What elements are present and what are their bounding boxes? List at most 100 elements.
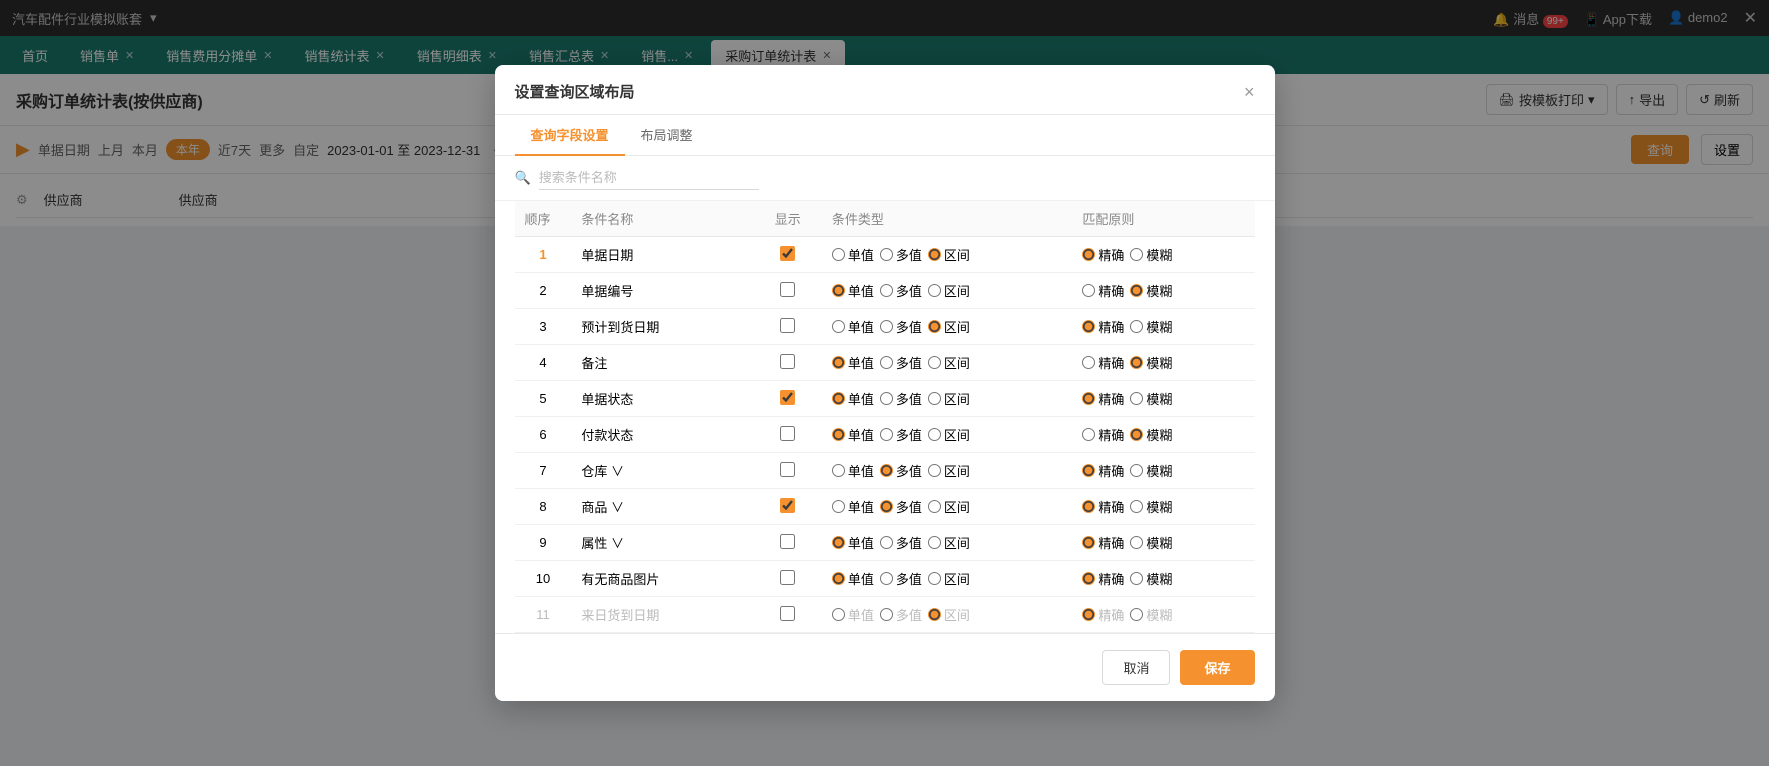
table-row: 8商品 ∨单值多值区间精确模糊 (515, 489, 1255, 525)
type-option-单值[interactable]: 单值 (832, 281, 874, 300)
type-option-区间[interactable]: 区间 (928, 245, 970, 264)
display-checkbox[interactable] (780, 246, 795, 261)
type-option-区间[interactable]: 区间 (928, 425, 970, 444)
match-option-精确[interactable]: 精确 (1082, 389, 1124, 408)
row-match-cell: 精确模糊 (1072, 489, 1254, 525)
display-checkbox[interactable] (780, 318, 795, 333)
type-option-多值[interactable]: 多值 (880, 605, 922, 624)
type-option-区间[interactable]: 区间 (928, 353, 970, 372)
type-option-区间[interactable]: 区间 (928, 569, 970, 588)
type-option-多值[interactable]: 多值 (880, 245, 922, 264)
row-order: 10 (515, 561, 572, 597)
type-option-区间[interactable]: 区间 (928, 497, 970, 516)
match-option-模糊[interactable]: 模糊 (1130, 569, 1172, 588)
type-option-单值[interactable]: 单值 (832, 425, 874, 444)
display-checkbox[interactable] (780, 570, 795, 585)
type-option-多值[interactable]: 多值 (880, 317, 922, 336)
match-option-精确[interactable]: 精确 (1082, 281, 1124, 300)
save-btn[interactable]: 保存 (1180, 650, 1254, 685)
type-option-单值[interactable]: 单值 (832, 389, 874, 408)
type-option-区间[interactable]: 区间 (928, 605, 970, 624)
row-type-cell: 单值多值区间 (822, 417, 1072, 453)
cancel-btn[interactable]: 取消 (1102, 650, 1170, 685)
row-order: 1 (515, 237, 572, 273)
type-option-单值[interactable]: 单值 (832, 569, 874, 588)
display-checkbox[interactable] (780, 390, 795, 405)
type-option-多值[interactable]: 多值 (880, 569, 922, 588)
type-option-单值[interactable]: 单值 (832, 533, 874, 552)
type-option-多值[interactable]: 多值 (880, 281, 922, 300)
type-option-多值[interactable]: 多值 (880, 389, 922, 408)
match-option-精确[interactable]: 精确 (1082, 497, 1124, 516)
type-option-多值[interactable]: 多值 (880, 461, 922, 480)
row-condition-name: 单据编号 (571, 273, 753, 309)
match-option-精确[interactable]: 精确 (1082, 461, 1124, 480)
dialog-close-btn[interactable]: × (1244, 83, 1255, 101)
display-checkbox[interactable] (780, 354, 795, 369)
type-option-单值[interactable]: 单值 (832, 497, 874, 516)
row-type-cell: 单值多值区间 (822, 237, 1072, 273)
match-option-精确[interactable]: 精确 (1082, 569, 1124, 588)
table-row: 10有无商品图片单值多值区间精确模糊 (515, 561, 1255, 597)
match-option-精确[interactable]: 精确 (1082, 317, 1124, 336)
match-option-精确[interactable]: 精确 (1082, 353, 1124, 372)
display-checkbox[interactable] (780, 462, 795, 477)
row-display-cell (754, 417, 822, 453)
row-condition-name: 来日货到日期 (571, 597, 753, 633)
match-option-模糊[interactable]: 模糊 (1130, 605, 1172, 624)
match-option-精确[interactable]: 精确 (1082, 245, 1124, 264)
match-option-模糊[interactable]: 模糊 (1130, 461, 1172, 480)
row-display-cell (754, 453, 822, 489)
match-option-模糊[interactable]: 模糊 (1130, 389, 1172, 408)
row-condition-name: 属性 ∨ (571, 525, 753, 561)
match-option-模糊[interactable]: 模糊 (1130, 317, 1172, 336)
type-option-多值[interactable]: 多值 (880, 425, 922, 444)
match-option-模糊[interactable]: 模糊 (1130, 245, 1172, 264)
type-option-单值[interactable]: 单值 (832, 353, 874, 372)
row-order: 3 (515, 309, 572, 345)
match-option-模糊[interactable]: 模糊 (1130, 353, 1172, 372)
search-icon: 🔍 (515, 170, 531, 186)
row-type-cell: 单值多值区间 (822, 309, 1072, 345)
dialog-tab-fields[interactable]: 查询字段设置 (515, 115, 625, 156)
table-row: 11来日货到日期单值多值区间精确模糊 (515, 597, 1255, 633)
dialog-tab-layout[interactable]: 布局调整 (625, 115, 709, 156)
row-match-cell: 精确模糊 (1072, 525, 1254, 561)
type-option-区间[interactable]: 区间 (928, 461, 970, 480)
row-condition-name: 仓库 ∨ (571, 453, 753, 489)
table-row: 9属性 ∨单值多值区间精确模糊 (515, 525, 1255, 561)
type-option-单值[interactable]: 单值 (832, 317, 874, 336)
match-option-模糊[interactable]: 模糊 (1130, 425, 1172, 444)
type-option-区间[interactable]: 区间 (928, 317, 970, 336)
type-option-区间[interactable]: 区间 (928, 281, 970, 300)
type-option-单值[interactable]: 单值 (832, 245, 874, 264)
search-input[interactable] (539, 166, 759, 190)
display-checkbox[interactable] (780, 282, 795, 297)
th-name: 条件名称 (571, 201, 753, 237)
match-option-精确[interactable]: 精确 (1082, 605, 1124, 624)
row-display-cell (754, 237, 822, 273)
th-display: 显示 (754, 201, 822, 237)
display-checkbox[interactable] (780, 534, 795, 549)
type-option-区间[interactable]: 区间 (928, 389, 970, 408)
table-header-row: 顺序 条件名称 显示 条件类型 匹配原则 (515, 201, 1255, 237)
type-option-单值[interactable]: 单值 (832, 605, 874, 624)
row-match-cell: 精确模糊 (1072, 417, 1254, 453)
match-option-精确[interactable]: 精确 (1082, 425, 1124, 444)
match-option-模糊[interactable]: 模糊 (1130, 281, 1172, 300)
match-option-精确[interactable]: 精确 (1082, 533, 1124, 552)
display-checkbox[interactable] (780, 426, 795, 441)
type-option-多值[interactable]: 多值 (880, 353, 922, 372)
type-option-多值[interactable]: 多值 (880, 497, 922, 516)
row-match-cell: 精确模糊 (1072, 273, 1254, 309)
row-order: 8 (515, 489, 572, 525)
match-option-模糊[interactable]: 模糊 (1130, 497, 1172, 516)
type-option-多值[interactable]: 多值 (880, 533, 922, 552)
type-option-区间[interactable]: 区间 (928, 533, 970, 552)
row-type-cell: 单值多值区间 (822, 381, 1072, 417)
display-checkbox[interactable] (780, 498, 795, 513)
display-checkbox[interactable] (780, 606, 795, 621)
match-option-模糊[interactable]: 模糊 (1130, 533, 1172, 552)
dialog-table-wrap: 顺序 条件名称 显示 条件类型 匹配原则 1单据日期单值多值区间精确模糊2单据编… (495, 201, 1275, 633)
type-option-单值[interactable]: 单值 (832, 461, 874, 480)
